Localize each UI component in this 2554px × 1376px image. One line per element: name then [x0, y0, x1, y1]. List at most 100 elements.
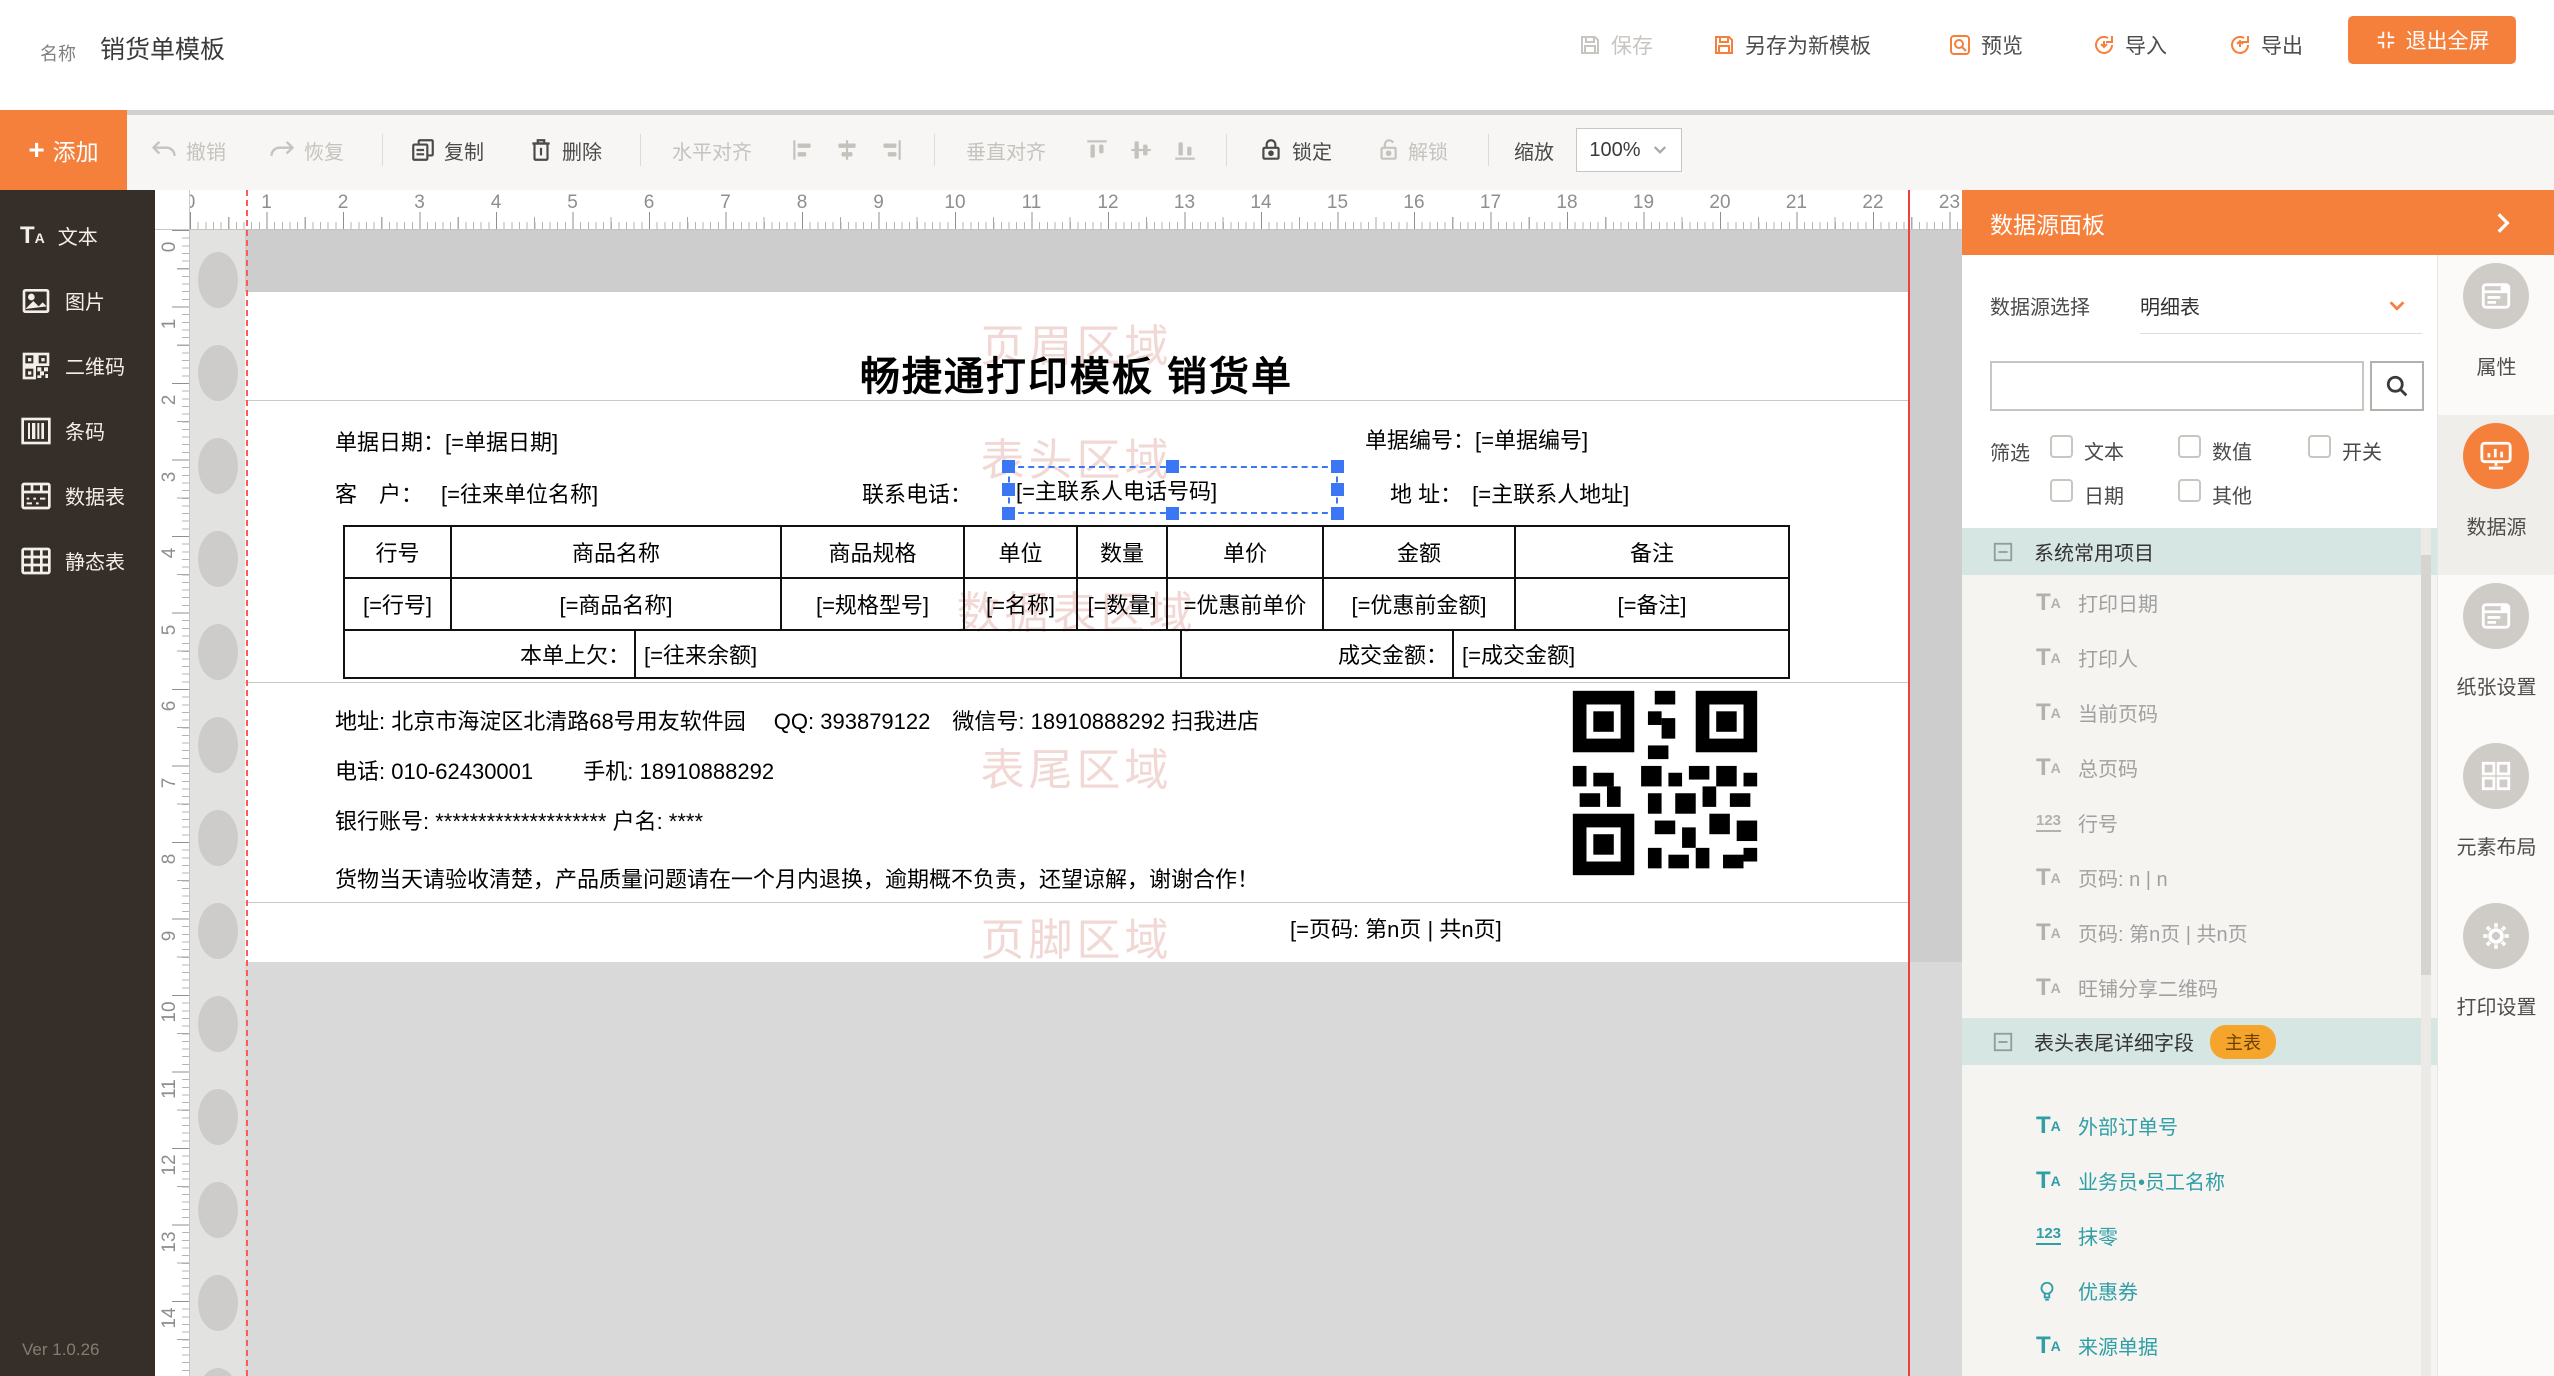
table-header-cell[interactable]: 数量: [1078, 527, 1168, 577]
field-item-print-date[interactable]: T A 打印日期: [1962, 575, 2422, 630]
export-button[interactable]: 导出: [2228, 30, 2303, 60]
rail-item-element-layout[interactable]: 元素布局: [2438, 735, 2554, 895]
selection-handle[interactable]: [1166, 507, 1179, 520]
filter-option-label[interactable]: 日期: [2084, 480, 2124, 509]
footer-notice-line[interactable]: 货物当天请验收清楚，产品质量问题请在一个月内退换，逾期概不负责，还望谅解，谢谢合…: [335, 862, 1259, 894]
selected-element-phone[interactable]: [=主联系人电话号码]: [1002, 460, 1344, 520]
table-data-cell[interactable]: [=备注]: [1516, 579, 1788, 629]
group-header-footer-fields[interactable]: 表头表尾详细字段 主表: [1962, 1018, 2437, 1065]
field-item-coupon[interactable]: 优惠券: [1962, 1263, 2422, 1318]
field-item-page-full[interactable]: T A 页码: 第n页 | 共n页: [1962, 905, 2422, 960]
field-item-rounding[interactable]: 123 抹零: [1962, 1208, 2422, 1263]
source-select-value[interactable]: 明细表: [2140, 291, 2200, 320]
group-system-items[interactable]: 系统常用项目: [1962, 528, 2437, 575]
collapse-icon[interactable]: [1992, 541, 2014, 563]
items-table[interactable]: 行号 商品名称 商品规格 单位 数量 单价 金额 备注 [=行号] [=商品名称…: [343, 525, 1790, 679]
table-data-cell[interactable]: [=名称]: [965, 579, 1078, 629]
rail-item-properties[interactable]: 属性: [2438, 255, 2554, 415]
rail-item-paper-settings[interactable]: 纸张设置: [2438, 575, 2554, 735]
sidebar-item-text[interactable]: TA 文本: [0, 203, 155, 268]
align-center-horizontal-icon[interactable]: [834, 137, 860, 163]
table-data-cell[interactable]: [=规格型号]: [782, 579, 965, 629]
page-number-field[interactable]: [=页码: 第n页 | 共n页]: [1290, 912, 1502, 944]
align-top-icon[interactable]: [1084, 137, 1110, 163]
field-customer[interactable]: 客 户： [=往来单位名称]: [335, 477, 598, 509]
field-item-current-page[interactable]: T A 当前页码: [1962, 685, 2422, 740]
field-item-salesperson[interactable]: T A 业务员•员工名称: [1962, 1153, 2422, 1208]
design-canvas[interactable]: 页眉区域 表头区域 数据表区域 表尾区域 页脚区域 畅捷通打印模板 销货单 单据…: [155, 190, 1962, 1376]
search-input[interactable]: [1990, 361, 2364, 411]
summary-value-cell[interactable]: [=成交金额]: [1454, 631, 1788, 677]
field-phone-label[interactable]: 联系电话：: [862, 477, 972, 509]
selection-handle[interactable]: [1166, 460, 1179, 473]
rail-item-datasource[interactable]: 数据源: [2438, 415, 2554, 575]
save-as-template-button[interactable]: 另存为新模板: [1712, 30, 1871, 60]
field-item-shop-qrcode[interactable]: T A 旺铺分享二维码: [1962, 960, 2422, 1015]
field-doc-number[interactable]: 单据编号：[=单据编号]: [1365, 423, 1588, 455]
summary-value-cell[interactable]: [=往来余额]: [636, 631, 1182, 677]
redo-button[interactable]: 恢复: [268, 110, 344, 190]
sidebar-item-image[interactable]: 图片: [0, 268, 155, 333]
sidebar-item-qrcode[interactable]: 二维码: [0, 333, 155, 398]
table-data-cell[interactable]: [=优惠前金额]: [1324, 579, 1516, 629]
table-header-cell[interactable]: 行号: [345, 527, 452, 577]
filter-option-label[interactable]: 数值: [2212, 436, 2252, 465]
collapse-panel-chevron-icon[interactable]: [2490, 210, 2516, 236]
selection-handle[interactable]: [1002, 460, 1015, 473]
table-header-cell[interactable]: 商品规格: [782, 527, 965, 577]
table-data-cell[interactable]: =优惠前单价: [1168, 579, 1324, 629]
search-button[interactable]: [2370, 361, 2424, 411]
add-element-button[interactable]: + 添加: [0, 110, 127, 190]
undo-button[interactable]: 撤销: [150, 110, 226, 190]
footer-phone-line[interactable]: 电话: 010-62430001 手机: 18910888292: [335, 754, 774, 786]
table-header-cell[interactable]: 商品名称: [452, 527, 782, 577]
template-paper[interactable]: 页眉区域 表头区域 数据表区域 表尾区域 页脚区域 畅捷通打印模板 销货单 单据…: [245, 292, 1908, 965]
import-button[interactable]: 导入: [2092, 30, 2167, 60]
selection-handle[interactable]: [1331, 507, 1344, 520]
filter-checkbox-text[interactable]: [2050, 435, 2073, 458]
align-middle-vertical-icon[interactable]: [1128, 137, 1154, 163]
save-button[interactable]: 保存: [1578, 30, 1653, 60]
table-header-cell[interactable]: 金额: [1324, 527, 1516, 577]
table-header-cell[interactable]: 备注: [1516, 527, 1788, 577]
field-item-total-pages[interactable]: T A 总页码: [1962, 740, 2422, 795]
collapse-icon[interactable]: [1992, 1031, 2014, 1053]
preview-button[interactable]: 预览: [1948, 30, 2023, 60]
table-header-cell[interactable]: 单价: [1168, 527, 1324, 577]
footer-bank-line[interactable]: 银行账号: ******************** 户名: ****: [335, 804, 703, 836]
selection-handle[interactable]: [1002, 483, 1015, 496]
lock-button[interactable]: 锁定: [1258, 110, 1332, 190]
align-left-icon[interactable]: [790, 137, 816, 163]
table-data-cell[interactable]: [=商品名称]: [452, 579, 782, 629]
qr-code[interactable]: [1566, 684, 1764, 882]
summary-label-cell[interactable]: 成交金额：: [1182, 631, 1454, 677]
copy-button[interactable]: 复制: [410, 110, 484, 190]
source-chevron-down-icon[interactable]: [2386, 295, 2408, 317]
sidebar-item-datatable[interactable]: 数据表: [0, 463, 155, 528]
panel-scrollbar-thumb[interactable]: [2421, 555, 2431, 975]
footer-address-line[interactable]: 地址: 北京市海淀区北清路68号用友软件园 QQ: 393879122 微信号:…: [335, 704, 1259, 736]
field-item-row-number[interactable]: 123 行号: [1962, 795, 2422, 850]
sidebar-item-statictable[interactable]: 静态表: [0, 528, 155, 593]
filter-checkbox-switch[interactable]: [2308, 435, 2331, 458]
sidebar-item-barcode[interactable]: 条码: [0, 398, 155, 463]
filter-checkbox-other[interactable]: [2178, 479, 2201, 502]
unlock-button[interactable]: 解锁: [1374, 110, 1448, 190]
exit-fullscreen-button[interactable]: 退出全屏: [2348, 16, 2516, 64]
rail-item-print-settings[interactable]: 打印设置: [2438, 895, 2554, 1055]
selection-handle[interactable]: [1331, 460, 1344, 473]
field-date[interactable]: 单据日期：[=单据日期]: [335, 425, 558, 457]
filter-checkbox-date[interactable]: [2050, 479, 2073, 502]
field-item-print-user[interactable]: T A 打印人: [1962, 630, 2422, 685]
field-item-source-document[interactable]: T A 来源单据: [1962, 1318, 2422, 1373]
selection-handle[interactable]: [1331, 483, 1344, 496]
align-bottom-icon[interactable]: [1172, 137, 1198, 163]
document-title[interactable]: 畅捷通打印模板 销货单: [245, 344, 1908, 402]
summary-label-cell[interactable]: 本单上欠：: [345, 631, 636, 677]
table-header-cell[interactable]: 单位: [965, 527, 1078, 577]
field-item-page-n-n[interactable]: T A 页码: n | n: [1962, 850, 2422, 905]
filter-checkbox-number[interactable]: [2178, 435, 2201, 458]
filter-option-label[interactable]: 文本: [2084, 436, 2124, 465]
zoom-select[interactable]: 100%: [1576, 128, 1682, 172]
field-item-external-order-no[interactable]: T A 外部订单号: [1962, 1098, 2422, 1153]
